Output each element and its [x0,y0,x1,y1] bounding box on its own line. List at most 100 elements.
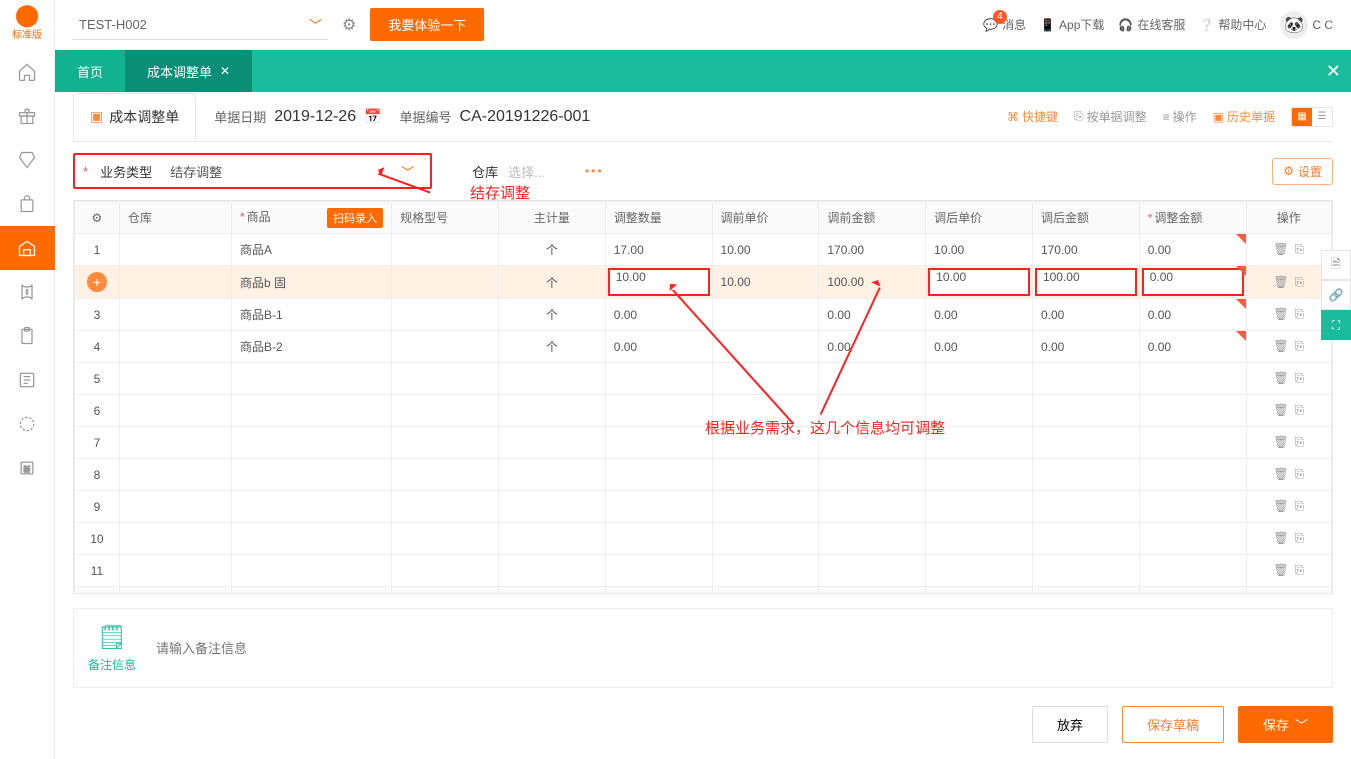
adjamt-input[interactable]: 0.00 [1142,268,1244,296]
user-menu[interactable]: 🐼 C C [1280,11,1333,39]
discard-button[interactable]: 放弃 [1032,706,1108,743]
float-link-icon[interactable]: 🔗 [1321,280,1351,310]
action-operations[interactable]: ≡ 操作 [1163,108,1197,125]
more-filters-icon[interactable]: ••• [585,164,604,178]
online-service-link[interactable]: 🎧在线客服 [1118,16,1185,33]
row-delete-icon[interactable]: 🗑 [1273,403,1288,417]
nav-money-icon[interactable] [0,270,55,314]
row-delete-icon[interactable]: 🗑 [1273,242,1288,256]
header-actions: ⌘ 快捷键 ⎘ 按单据调整 ≡ 操作 ▣ 历史单据 ▦☰ [1007,107,1333,127]
row-delete-icon[interactable]: 🗑 [1273,467,1288,481]
row-delete-icon[interactable]: 🗑 [1273,499,1288,513]
warehouse-field[interactable]: 仓库 选择... [472,162,545,181]
row-delete-icon[interactable]: 🗑 [1273,563,1288,577]
chevron-down-icon: ﹀ [309,15,322,34]
nav-home-icon[interactable] [0,50,55,94]
table-row[interactable]: 5🗑⎘ [75,363,1332,395]
grid-settings-button[interactable]: ⚙ 设置 [1272,158,1333,185]
tab-strip: 首页 成本调整单 ✕ ✕ [55,50,1351,92]
nav-bag-icon[interactable] [0,182,55,226]
action-by-doc[interactable]: ⎘ 按单据调整 [1074,108,1147,125]
action-history[interactable]: ▣ 历史单据 [1213,108,1275,125]
top-bar: TEST-H002 ﹀ ⚙ 我要体验一下 💬 消息 4 📱App下载 🎧在线客服… [55,0,1351,50]
table-row[interactable]: 10🗑⎘ [75,523,1332,555]
row-copy-icon[interactable]: ⎘ [1295,403,1305,417]
row-copy-icon[interactable]: ⎘ [1295,435,1305,449]
app-download-link[interactable]: 📱App下载 [1040,16,1104,33]
row-copy-icon[interactable]: ⎘ [1295,467,1305,481]
remark-section: 🗒 备注信息 [73,608,1333,688]
data-grid: ⚙ 仓库 *商品扫码录入 规格型号 主计量 调整数量 调前单价 调前金额 调后单… [73,200,1333,594]
tab-home[interactable]: 首页 [55,50,125,92]
table-row[interactable]: 9🗑⎘ [75,491,1332,523]
table-row[interactable]: 1商品A个17.0010.00170.0010.00170.000.00🗑⎘ [75,234,1332,266]
nav-diamond-icon[interactable] [0,138,55,182]
subtotal-row: 小计 27.00 270.00 270.00 0.00 [75,587,1332,595]
row-copy-icon[interactable]: ⎘ [1295,563,1305,577]
row-delete-icon[interactable]: 🗑 [1273,371,1288,385]
nav-clipboard-icon[interactable] [0,314,55,358]
biz-type-field[interactable]: * 业务类型 结存调整 ﹀ [73,153,432,189]
table-row[interactable]: 3商品B-1个0.000.000.000.000.00🗑⎘ [75,299,1332,331]
table-row[interactable]: 6🗑⎘ [75,395,1332,427]
save-draft-button[interactable]: 保存草稿 [1122,706,1224,743]
try-button[interactable]: 我要体验一下 [370,8,484,41]
row-delete-icon[interactable]: 🗑 [1273,275,1288,289]
nav-sync-icon[interactable] [0,402,55,446]
document-title-tab: ▣ 成本调整单 [73,93,196,141]
row-delete-icon[interactable]: 🗑 [1273,307,1288,321]
remark-input[interactable] [156,641,1318,656]
nav-new-icon[interactable]: 新 [0,446,55,490]
float-note-icon[interactable]: 🗎 [1321,250,1351,280]
row-copy-icon[interactable]: ⎘ [1295,339,1305,353]
row-copy-icon[interactable]: ⎘ [1295,499,1305,513]
col-settings[interactable]: ⚙ [75,202,120,234]
calendar-icon[interactable]: 📅 [364,108,381,125]
table-row[interactable]: +商品b 固个10.0010.00100.0010.00100.000.00🗑⎘ [75,266,1332,299]
nav-gift-icon[interactable] [0,94,55,138]
row-delete-icon[interactable]: 🗑 [1273,531,1288,545]
view-mode-toggle[interactable]: ▦☰ [1291,107,1333,127]
col-product: *商品扫码录入 [231,202,391,234]
row-delete-icon[interactable]: 🗑 [1273,339,1288,353]
col-qty: 调整数量 [605,202,712,234]
qty-input[interactable]: 10.00 [608,268,710,296]
tenant-selector[interactable]: TEST-H002 ﹀ [73,10,328,40]
col-postamt: 调后金额 [1032,202,1139,234]
row-copy-icon[interactable]: ⎘ [1295,307,1305,321]
table-row[interactable]: 4商品B-2个0.000.000.000.000.00🗑⎘ [75,331,1332,363]
float-expand-icon[interactable]: ⛶ [1321,310,1351,340]
table-row[interactable]: 7🗑⎘ [75,427,1332,459]
col-spec: 规格型号 [392,202,499,234]
col-ops: 操作 [1246,202,1331,234]
postprice-input[interactable]: 10.00 [928,268,1030,296]
messages-badge: 4 [993,10,1007,24]
tab-close-icon[interactable]: ✕ [220,64,230,78]
messages-link[interactable]: 💬 消息 4 [983,16,1026,33]
action-shortcuts[interactable]: ⌘ 快捷键 [1007,108,1058,125]
col-uom: 主计量 [498,202,605,234]
add-row-icon[interactable]: + [87,272,107,292]
save-button[interactable]: 保存﹀ [1238,706,1333,743]
nav-warehouse-icon[interactable] [0,226,55,270]
tenant-gear-icon[interactable]: ⚙ [342,15,356,35]
row-copy-icon[interactable]: ⎘ [1295,371,1305,385]
doc-number: 单据编号 CA-20191226-001 [400,107,591,126]
row-copy-icon[interactable]: ⎘ [1295,275,1305,289]
postamt-input[interactable]: 100.00 [1035,268,1137,296]
tabstrip-close-icon[interactable]: ✕ [1326,61,1341,82]
tab-cost-adjust[interactable]: 成本调整单 ✕ [125,50,252,92]
col-preamt: 调前金额 [819,202,926,234]
table-row[interactable]: 11🗑⎘ [75,555,1332,587]
nav-report-icon[interactable] [0,358,55,402]
help-center-link[interactable]: ❔帮助中心 [1199,16,1266,33]
scan-input-badge[interactable]: 扫码录入 [327,208,383,228]
row-delete-icon[interactable]: 🗑 [1273,435,1288,449]
document-header: ▣ 成本调整单 单据日期 2019-12-26 📅 单据编号 CA-201912… [73,92,1333,142]
document-area: ▣ 成本调整单 单据日期 2019-12-26 📅 单据编号 CA-201912… [55,92,1351,759]
table-row[interactable]: 8🗑⎘ [75,459,1332,491]
row-copy-icon[interactable]: ⎘ [1295,531,1305,545]
gear-icon: ⚙ [1283,164,1294,178]
document-icon: ▣ [90,108,103,125]
row-copy-icon[interactable]: ⎘ [1295,242,1305,256]
